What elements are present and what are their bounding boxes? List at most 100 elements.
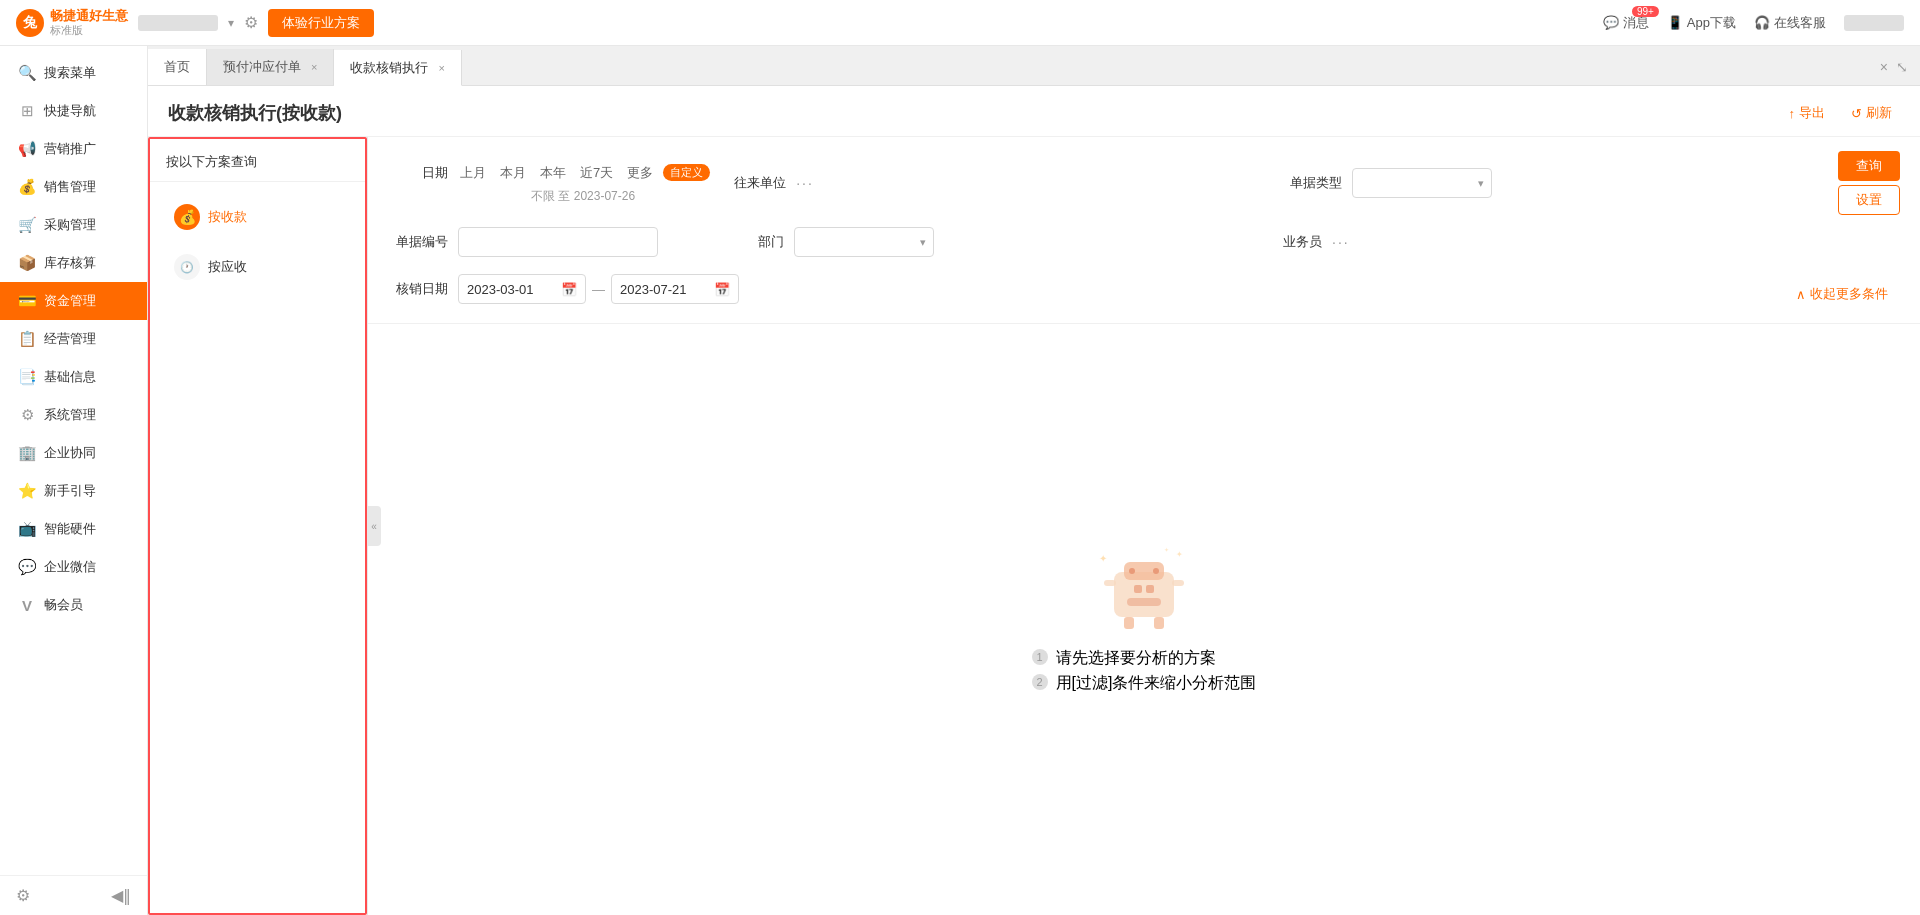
receivable-option-label: 按应收 (208, 258, 247, 276)
voucher-type-select-wrapper (1352, 168, 1492, 198)
sidebar-item-inventory[interactable]: 📦 库存核算 (0, 244, 147, 282)
industry-btn[interactable]: 体验行业方案 (268, 9, 374, 37)
date-range: 📅 — 📅 (458, 274, 739, 304)
app-download-label: App下载 (1687, 14, 1736, 32)
search-menu-icon: 🔍 (18, 64, 36, 82)
filter-options: 💰 按收款 🕐 按应收 (150, 182, 365, 306)
dropdown-btn[interactable]: ▾ (228, 16, 234, 30)
svg-rect-6 (1127, 598, 1161, 606)
sidebar-item-purchase[interactable]: 🛒 采购管理 (0, 206, 147, 244)
date-btn-7days[interactable]: 近7天 (576, 162, 617, 184)
sidebar-item-wechat[interactable]: 💬 企业微信 (0, 548, 147, 586)
voucher-no-input[interactable] (458, 227, 658, 257)
sidebar-item-quick-nav[interactable]: ⊞ 快捷导航 (0, 92, 147, 130)
tab-collection[interactable]: 收款核销执行 × (334, 50, 461, 86)
search-result-area: 日期 上月 本月 本年 近7天 更多 自定义 (368, 137, 1920, 915)
tab-prepay-close[interactable]: × (311, 61, 317, 73)
sidebar-settings-icon[interactable]: ⚙ (16, 886, 30, 905)
collapse-btn-icon: ∧ (1796, 287, 1806, 302)
date-btn-this-month[interactable]: 本月 (496, 162, 530, 184)
user-area[interactable] (1844, 15, 1904, 31)
tab-collection-close[interactable]: × (438, 62, 444, 74)
sidebar-item-member[interactable]: V 畅会员 (0, 586, 147, 624)
empty-icon: ✦ ✦ ✦ (1094, 542, 1194, 632)
sidebar-item-label: 销售管理 (44, 178, 96, 196)
message-area[interactable]: 💬 消息 99+ (1603, 14, 1649, 32)
verify-date-start-wrapper[interactable]: 📅 (458, 274, 586, 304)
receivable-option-icon: 🕐 (174, 254, 200, 280)
dept-field: 部门 (724, 227, 1246, 257)
refresh-btn[interactable]: ↺ 刷新 (1843, 100, 1900, 126)
sidebar-item-basic-info[interactable]: 📑 基础信息 (0, 358, 147, 396)
sidebar: 🔍 搜索菜单 ⊞ 快捷导航 📢 营销推广 💰 销售管理 🛒 采购管理 📦 (0, 46, 148, 915)
logo-area: 兔 畅捷通好生意 标准版 (16, 8, 128, 37)
verify-date-field: 核销日期 📅 — 📅 (388, 274, 739, 304)
filter-option-by-collection[interactable]: 💰 按收款 (162, 194, 353, 240)
empty-robot-svg: ✦ ✦ ✦ (1094, 542, 1194, 632)
date-hint: 不限 至 2023-07-26 (531, 189, 635, 203)
app-download-item[interactable]: 📱 App下载 (1667, 14, 1736, 32)
date-btn-more[interactable]: 更多 (623, 162, 657, 184)
empty-text: 1 请先选择要分析的方案 2 用[过滤]条件来缩小分析范围 (1032, 648, 1257, 698)
system-icon: ⚙ (18, 406, 36, 424)
voucher-type-select[interactable] (1352, 168, 1492, 198)
sidebar-item-sales[interactable]: 💰 销售管理 (0, 168, 147, 206)
main-layout: 🔍 搜索菜单 ⊞ 快捷导航 📢 营销推广 💰 销售管理 🛒 采购管理 📦 (0, 46, 1920, 915)
svg-rect-9 (1124, 617, 1134, 629)
sidebar-item-label: 新手引导 (44, 482, 96, 500)
verify-date-start-input[interactable] (467, 282, 557, 297)
sidebar-item-operations[interactable]: 📋 经营管理 (0, 320, 147, 358)
tab-home[interactable]: 首页 (148, 49, 207, 85)
staff-field: 业务员 ··· (1262, 233, 1784, 251)
sidebar-item-label: 基础信息 (44, 368, 96, 386)
counterparty-field: 往来单位 ··· (726, 174, 1266, 192)
content-area: 首页 预付冲应付单 × 收款核销执行 × × ⤡ 收款核销执行(按收款) ↑ 导… (148, 46, 1920, 915)
tab-prepay[interactable]: 预付冲应付单 × (207, 49, 334, 85)
sidebar-bottom: ⚙ ◀‖ (0, 875, 147, 915)
calendar-end-icon: 📅 (714, 282, 730, 297)
tab-close-btn[interactable]: × (1880, 59, 1888, 75)
tab-home-label: 首页 (164, 58, 190, 76)
voucher-type-label: 单据类型 (1282, 174, 1342, 192)
staff-dots-btn[interactable]: ··· (1332, 234, 1350, 250)
dept-select[interactable] (794, 227, 934, 257)
counterparty-dots-btn[interactable]: ··· (796, 175, 814, 191)
export-btn[interactable]: ↑ 导出 (1781, 100, 1834, 126)
filter-sidebar: 按以下方案查询 💰 按收款 🕐 按应收 « (148, 137, 368, 915)
svg-rect-4 (1134, 585, 1142, 593)
online-service-item[interactable]: 🎧 在线客服 (1754, 14, 1826, 32)
sidebar-item-guide[interactable]: ⭐ 新手引导 (0, 472, 147, 510)
verify-date-label: 核销日期 (388, 280, 448, 298)
verify-date-end-input[interactable] (620, 282, 710, 297)
date-btn-last-month[interactable]: 上月 (456, 162, 490, 184)
sidebar-item-label: 采购管理 (44, 216, 96, 234)
sidebar-collapse-icon[interactable]: ◀‖ (111, 886, 131, 905)
sidebar-item-label: 营销推广 (44, 140, 96, 158)
sidebar-item-search-menu[interactable]: 🔍 搜索菜单 (0, 54, 147, 92)
app-name: 畅捷通好生意 (50, 8, 128, 24)
sidebar-item-enterprise[interactable]: 🏢 企业协同 (0, 434, 147, 472)
svg-text:✦: ✦ (1176, 550, 1183, 559)
date-dash: — (592, 282, 605, 297)
date-btn-this-year[interactable]: 本年 (536, 162, 570, 184)
filter-collapse-btn[interactable]: « (367, 506, 381, 546)
query-btn[interactable]: 查询 (1838, 151, 1900, 181)
sidebar-item-system[interactable]: ⚙ 系统管理 (0, 396, 147, 434)
verify-date-end-wrapper[interactable]: 📅 (611, 274, 739, 304)
date-custom-tag[interactable]: 自定义 (663, 164, 710, 181)
capital-icon: 💳 (18, 292, 36, 310)
sidebar-item-capital[interactable]: 💳 资金管理 (0, 282, 147, 320)
voucher-no-field: 单据编号 (388, 227, 708, 257)
settings-btn[interactable]: 设置 (1838, 185, 1900, 215)
tab-bar: 首页 预付冲应付单 × 收款核销执行 × × ⤡ (148, 46, 1920, 86)
tab-expand-btn[interactable]: ⤡ (1896, 59, 1908, 75)
page-body: 按以下方案查询 💰 按收款 🕐 按应收 « (148, 137, 1920, 915)
sidebar-item-hardware[interactable]: 📺 智能硬件 (0, 510, 147, 548)
collapse-btn[interactable]: ∧ 收起更多条件 (1784, 279, 1900, 309)
filter-option-by-receivable[interactable]: 🕐 按应收 (162, 244, 353, 290)
svg-text:✦: ✦ (1164, 547, 1169, 553)
collection-option-icon: 💰 (174, 204, 200, 230)
sidebar-item-marketing[interactable]: 📢 营销推广 (0, 130, 147, 168)
wechat-icon: 💬 (18, 558, 36, 576)
gear-btn[interactable]: ⚙ (244, 13, 258, 32)
